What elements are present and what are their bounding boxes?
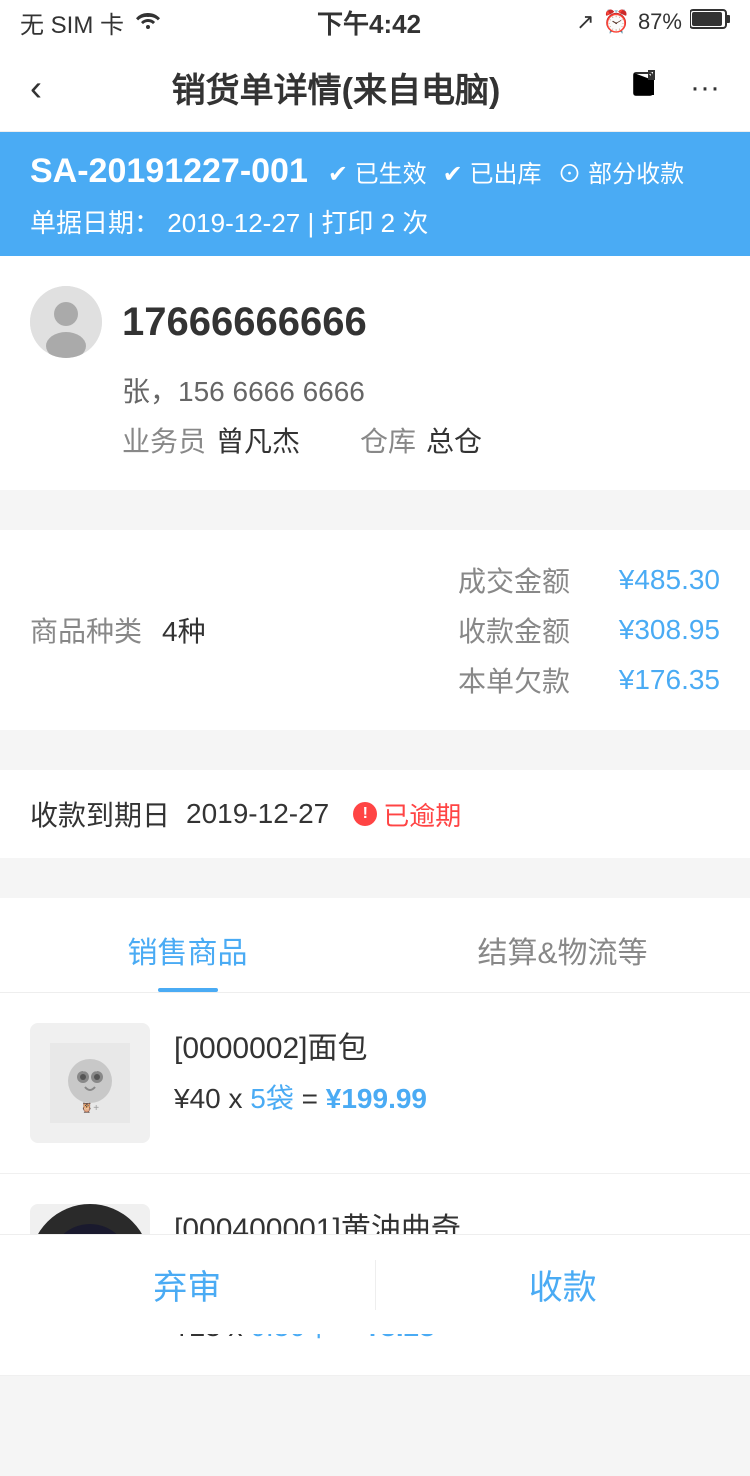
status-left: 无 SIM 卡 <box>20 5 162 40</box>
overdue-text: 已逾期 <box>383 796 461 833</box>
order-id-row: SA-20191227-001 ✔ 已生效 ✔ 已出库 ⊙ 部分收款 <box>30 152 720 191</box>
status-bar: 无 SIM 卡 下午4:42 ↗ ⏰ 87% <box>0 0 750 44</box>
sales-label: 业务员 <box>122 420 206 460</box>
product-info-1: [0000002]面包 ¥40 x 5袋 = ¥199.99 <box>174 1023 720 1117</box>
order-id: SA-20191227-001 <box>30 152 308 191</box>
badge-shipped: ✔ 已出库 <box>443 154 542 189</box>
customer-main: 17666666666 <box>30 286 720 358</box>
category-label: 商品种类 <box>30 610 142 650</box>
stats-section: 商品种类 4种 成交金额 ¥485.30 收款金额 ¥308.95 本单欠款 ¥… <box>0 530 750 730</box>
badge-effective: ✔ 已生效 <box>328 154 427 189</box>
collected-label: 收款金额 <box>458 610 570 650</box>
back-button[interactable]: ‹ <box>30 67 42 109</box>
tabs: 销售商品 结算&物流等 <box>0 898 750 993</box>
reject-button[interactable]: 弃审 <box>0 1240 375 1329</box>
bottom-bar: 弃审 收款 <box>0 1234 750 1334</box>
location-icon: ↗ <box>576 9 594 35</box>
due-label: 收款到期日 <box>30 794 170 834</box>
wifi-icon <box>134 8 162 36</box>
carrier-text: 无 SIM 卡 <box>20 5 124 40</box>
alarm-icon: ⏰ <box>603 9 630 35</box>
product-thumbnail-1: 🦉+ <box>30 1023 150 1143</box>
amount-value: ¥485.30 <box>600 564 720 596</box>
warehouse-name: 总仓 <box>426 420 482 460</box>
order-banner: SA-20191227-001 ✔ 已生效 ✔ 已出库 ⊙ 部分收款 单据日期：… <box>0 132 750 256</box>
stats-grid: 商品种类 4种 成交金额 ¥485.30 收款金额 ¥308.95 本单欠款 ¥… <box>30 560 720 700</box>
price-base-1: ¥40 <box>174 1083 221 1114</box>
divider3 <box>0 878 750 898</box>
product-name-1: [0000002]面包 <box>174 1023 720 1067</box>
warehouse-label: 仓库 <box>360 420 416 460</box>
badge-partial: ⊙ 部分收款 <box>557 154 684 189</box>
page-title: 销货单详情(来自电脑) <box>172 63 501 112</box>
warehouse-info: 仓库 总仓 <box>360 420 482 460</box>
nav-bar: ‹ 销货单详情(来自电脑) ··· <box>0 44 750 132</box>
date-label: 单据日期： <box>30 208 160 238</box>
sales-name: 曾凡杰 <box>216 420 300 460</box>
tab-sales-products[interactable]: 销售商品 <box>0 898 375 992</box>
battery-text: 87% <box>638 9 682 35</box>
debt-label: 本单欠款 <box>458 660 570 700</box>
divider2 <box>0 750 750 770</box>
order-date-row: 单据日期： 2019-12-27 | 打印 2 次 <box>30 203 720 240</box>
customer-meta: 业务员 曾凡杰 仓库 总仓 <box>122 420 720 460</box>
divider1 <box>0 510 750 530</box>
customer-phone: 张，156 6666 6666 <box>122 370 720 410</box>
product-price-1: ¥40 x 5袋 = ¥199.99 <box>174 1077 720 1117</box>
battery-icon <box>690 8 730 36</box>
category-value: 4种 <box>162 610 206 650</box>
amount-label: 成交金额 <box>458 560 570 600</box>
overdue-dot-icon: ! <box>353 802 377 826</box>
collect-payment-button[interactable]: 收款 <box>376 1240 750 1329</box>
more-icon[interactable]: ··· <box>690 71 720 105</box>
customer-section: 17666666666 张，156 6666 6666 业务员 曾凡杰 仓库 总… <box>0 256 750 490</box>
overdue-badge: ! 已逾期 <box>353 796 461 833</box>
amount-row: 成交金额 ¥485.30 <box>458 560 720 600</box>
tabs-section: 销售商品 结算&物流等 <box>0 898 750 993</box>
debt-value: ¥176.35 <box>600 664 720 696</box>
stats-right: 成交金额 ¥485.30 收款金额 ¥308.95 本单欠款 ¥176.35 <box>458 560 720 700</box>
avatar <box>30 286 102 358</box>
due-section: 收款到期日 2019-12-27 ! 已逾期 <box>0 770 750 858</box>
status-right: ↗ ⏰ 87% <box>576 8 730 36</box>
status-badges: ✔ 已生效 ✔ 已出库 ⊙ 部分收款 <box>328 154 684 189</box>
sales-info: 业务员 曾凡杰 <box>122 420 300 460</box>
status-time: 下午4:42 <box>317 4 421 41</box>
debt-row: 本单欠款 ¥176.35 <box>458 660 720 700</box>
share-icon[interactable] <box>630 69 660 107</box>
list-item: 🦉+ [0000002]面包 ¥40 x 5袋 = ¥199.99 <box>0 993 750 1174</box>
collected-row: 收款金额 ¥308.95 <box>458 610 720 650</box>
customer-name: 17666666666 <box>122 300 367 345</box>
price-qty-1: 5袋 <box>250 1083 294 1114</box>
order-date: 2019-12-27 <box>167 208 300 238</box>
stats-left: 商品种类 4种 <box>30 560 206 700</box>
due-date: 2019-12-27 <box>186 798 329 830</box>
price-total-1: ¥199.99 <box>326 1083 427 1114</box>
nav-actions: ··· <box>630 69 720 107</box>
print-info: | 打印 2 次 <box>307 208 428 238</box>
svg-text:🦉+: 🦉+ <box>81 1102 99 1114</box>
bottom-spacer <box>0 1376 750 1476</box>
tab-settlement[interactable]: 结算&物流等 <box>375 898 750 992</box>
collected-value: ¥308.95 <box>600 614 720 646</box>
